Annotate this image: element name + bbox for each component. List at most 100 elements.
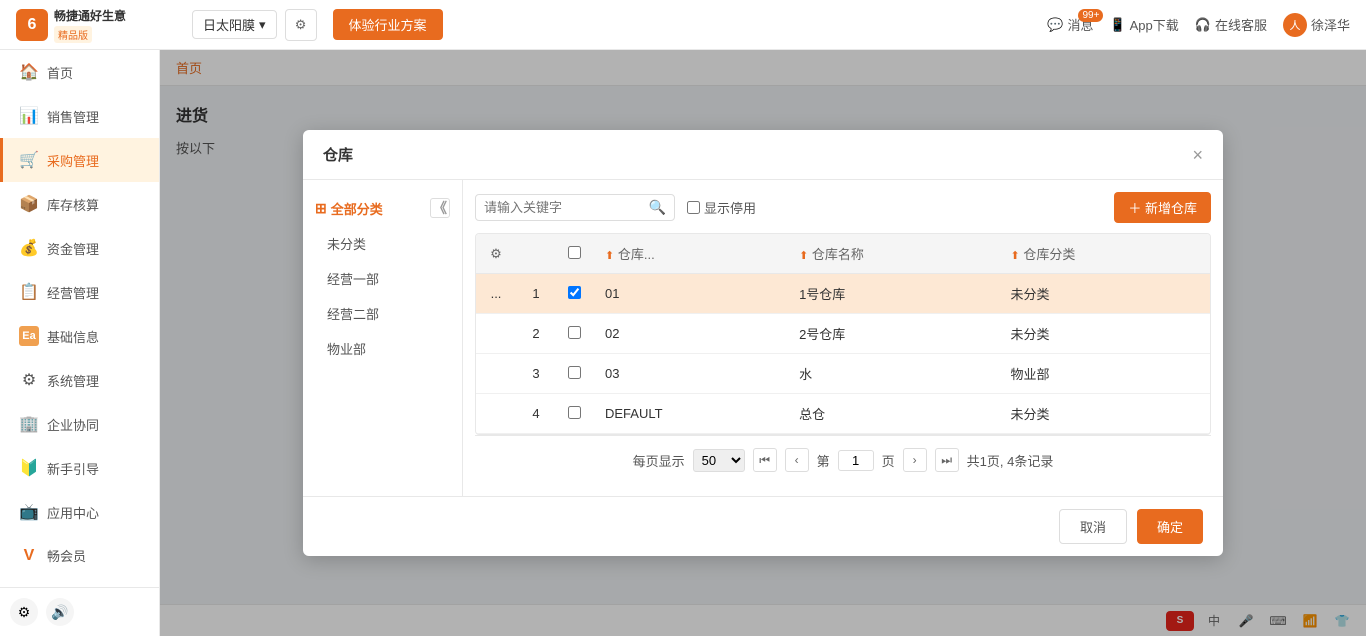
row-name: 水 (787, 354, 998, 394)
row-checkbox[interactable] (556, 274, 593, 314)
row-action (476, 354, 516, 394)
page-unit: 页 (882, 451, 895, 470)
app-download-item[interactable]: 📱 App下载 (1109, 15, 1178, 34)
category-item-ops1[interactable]: 经营一部 (303, 261, 462, 296)
table-row[interactable]: 2 02 2号仓库 未分类 (476, 314, 1210, 354)
avatar-icon: 人 (1283, 13, 1307, 37)
store-dropdown-icon: ▾ (259, 17, 266, 33)
search-box[interactable]: 🔍 (475, 194, 675, 221)
sidebar-item-label: 企业协同 (47, 415, 99, 434)
row-code: 01 (593, 274, 787, 314)
sidebar-item-label: 资金管理 (47, 239, 99, 258)
row-checkbox[interactable] (556, 394, 593, 434)
search-icon[interactable]: 🔍 (649, 199, 666, 216)
collapse-panel-button[interactable]: 《 (430, 198, 450, 218)
prev-page-button[interactable]: ‹ (785, 448, 809, 472)
next-page-button[interactable]: › (903, 448, 927, 472)
row-num: 2 (516, 314, 556, 354)
row-name: 2号仓库 (787, 314, 998, 354)
category-item-unclassified[interactable]: 未分类 (303, 226, 462, 261)
table-toolbar: 🔍 显示停用 ＋ 新增仓库 (475, 192, 1211, 223)
search-input[interactable] (484, 200, 645, 215)
sidebar-sound-btn[interactable]: 🔊 (46, 598, 74, 626)
trial-button[interactable]: 体验行业方案 (333, 9, 443, 40)
category-all-header[interactable]: ⊞ 全部分类 《 (303, 190, 462, 226)
logo-badge: 精品版 (54, 26, 92, 43)
last-page-button[interactable]: ⏭ (935, 448, 959, 472)
sidebar-item-label: 首页 (47, 63, 73, 82)
row-code: 03 (593, 354, 787, 394)
purchase-icon: 🛒 (19, 150, 39, 170)
row-action (476, 394, 516, 434)
cancel-button[interactable]: 取消 (1059, 509, 1127, 544)
app-download-label: App下载 (1130, 15, 1179, 34)
logo-main-text: 畅捷通好生意 (54, 7, 126, 24)
online-service-item[interactable]: 🎧 在线客服 (1195, 15, 1267, 34)
show-disabled-checkbox-label[interactable]: 显示停用 (687, 198, 756, 217)
confirm-button[interactable]: 确定 (1137, 509, 1203, 544)
show-disabled-checkbox[interactable] (687, 201, 700, 214)
table-row[interactable]: 4 DEFAULT 总仓 未分类 (476, 394, 1210, 434)
gear-icon: ⚙ (490, 246, 502, 261)
sidebar-item-enterprise[interactable]: 🏢 企业协同 (0, 402, 159, 446)
table-row[interactable]: 3 03 水 物业部 (476, 354, 1210, 394)
col-header-code[interactable]: ⬆ 仓库... (593, 234, 787, 274)
sidebar-item-home[interactable]: 🏠 首页 (0, 50, 159, 94)
warehouse-modal: 仓库 × ⊞ 全部分类 《 未分类 (303, 130, 1223, 556)
sidebar-item-guide[interactable]: 🔰 新手引导 (0, 446, 159, 490)
row-category: 未分类 (999, 394, 1210, 434)
messages-item[interactable]: 💬 消息 99+ (1047, 15, 1093, 34)
category-item-ops2[interactable]: 经营二部 (303, 296, 462, 331)
select-all-checkbox[interactable] (568, 246, 581, 259)
sidebar-item-app-center[interactable]: 📺 应用中心 (0, 490, 159, 534)
modal-close-button[interactable]: × (1192, 146, 1203, 164)
sidebar-settings-btn[interactable]: ⚙ (10, 598, 38, 626)
col-header-name[interactable]: ⬆ 仓库名称 (787, 234, 998, 274)
grid-icon: ⊞ (315, 200, 327, 217)
per-page-label: 每页显示 (633, 451, 685, 470)
modal-body: ⊞ 全部分类 《 未分类 经营一部 经营二部 物业部 (303, 180, 1223, 496)
settings-button[interactable]: ⚙ (285, 9, 317, 41)
sidebar-item-system[interactable]: ⚙ 系统管理 (0, 358, 159, 402)
toolbar-left: 🔍 显示停用 (475, 194, 756, 221)
category-panel: ⊞ 全部分类 《 未分类 经营一部 经营二部 物业部 (303, 180, 463, 496)
row-code: 02 (593, 314, 787, 354)
inventory-icon: 📦 (19, 194, 39, 214)
show-disabled-label: 显示停用 (704, 198, 756, 217)
pagination-summary: 共1页, 4条记录 (967, 451, 1054, 470)
sidebar-footer: ⚙ 🔊 (0, 587, 159, 636)
category-all-label: 全部分类 (331, 199, 383, 218)
sidebar-item-sales[interactable]: 📊 销售管理 (0, 94, 159, 138)
col-header-checkbox (556, 234, 593, 274)
table-header-row: ⚙ ⬆ 仓库... (476, 234, 1210, 274)
sidebar-item-membership[interactable]: V 畅会员 (0, 534, 159, 577)
warehouse-table: ⚙ ⬆ 仓库... (476, 234, 1210, 434)
row-action (476, 314, 516, 354)
home-icon: 🏠 (19, 62, 39, 82)
modal-header: 仓库 × (303, 130, 1223, 180)
per-page-select[interactable]: 50 10 20 100 (693, 449, 745, 472)
sidebar-item-operations[interactable]: 📋 经营管理 (0, 270, 159, 314)
row-checkbox[interactable] (556, 314, 593, 354)
user-menu[interactable]: 人 徐泽华 (1283, 13, 1350, 37)
category-item-property[interactable]: 物业部 (303, 331, 462, 366)
sidebar-item-label: 销售管理 (47, 107, 99, 126)
sidebar-item-basic-info[interactable]: Ea 基础信息 (0, 314, 159, 358)
col-header-category[interactable]: ⬆ 仓库分类 (999, 234, 1210, 274)
finance-icon: 💰 (19, 238, 39, 258)
row-checkbox[interactable] (556, 354, 593, 394)
store-selector[interactable]: 日太阳膜 ▾ (192, 10, 277, 39)
sort-icon: ⬆ (605, 250, 614, 262)
table-row[interactable]: ... 1 01 1号仓库 未分类 (476, 274, 1210, 314)
membership-icon: V (19, 547, 39, 565)
first-page-button[interactable]: ⏮ (753, 448, 777, 472)
logo-text-block: 畅捷通好生意 精品版 (54, 7, 126, 43)
page-number-input[interactable] (838, 450, 874, 471)
sidebar-item-purchase[interactable]: 🛒 采购管理 (0, 138, 159, 182)
mobile-icon: 📱 (1109, 17, 1125, 33)
sidebar-item-finance[interactable]: 💰 资金管理 (0, 226, 159, 270)
modal-overlay: 仓库 × ⊞ 全部分类 《 未分类 (160, 50, 1366, 636)
add-warehouse-button[interactable]: ＋ 新增仓库 (1114, 192, 1211, 223)
col-header-num (516, 234, 556, 274)
sidebar-item-inventory[interactable]: 📦 库存核算 (0, 182, 159, 226)
